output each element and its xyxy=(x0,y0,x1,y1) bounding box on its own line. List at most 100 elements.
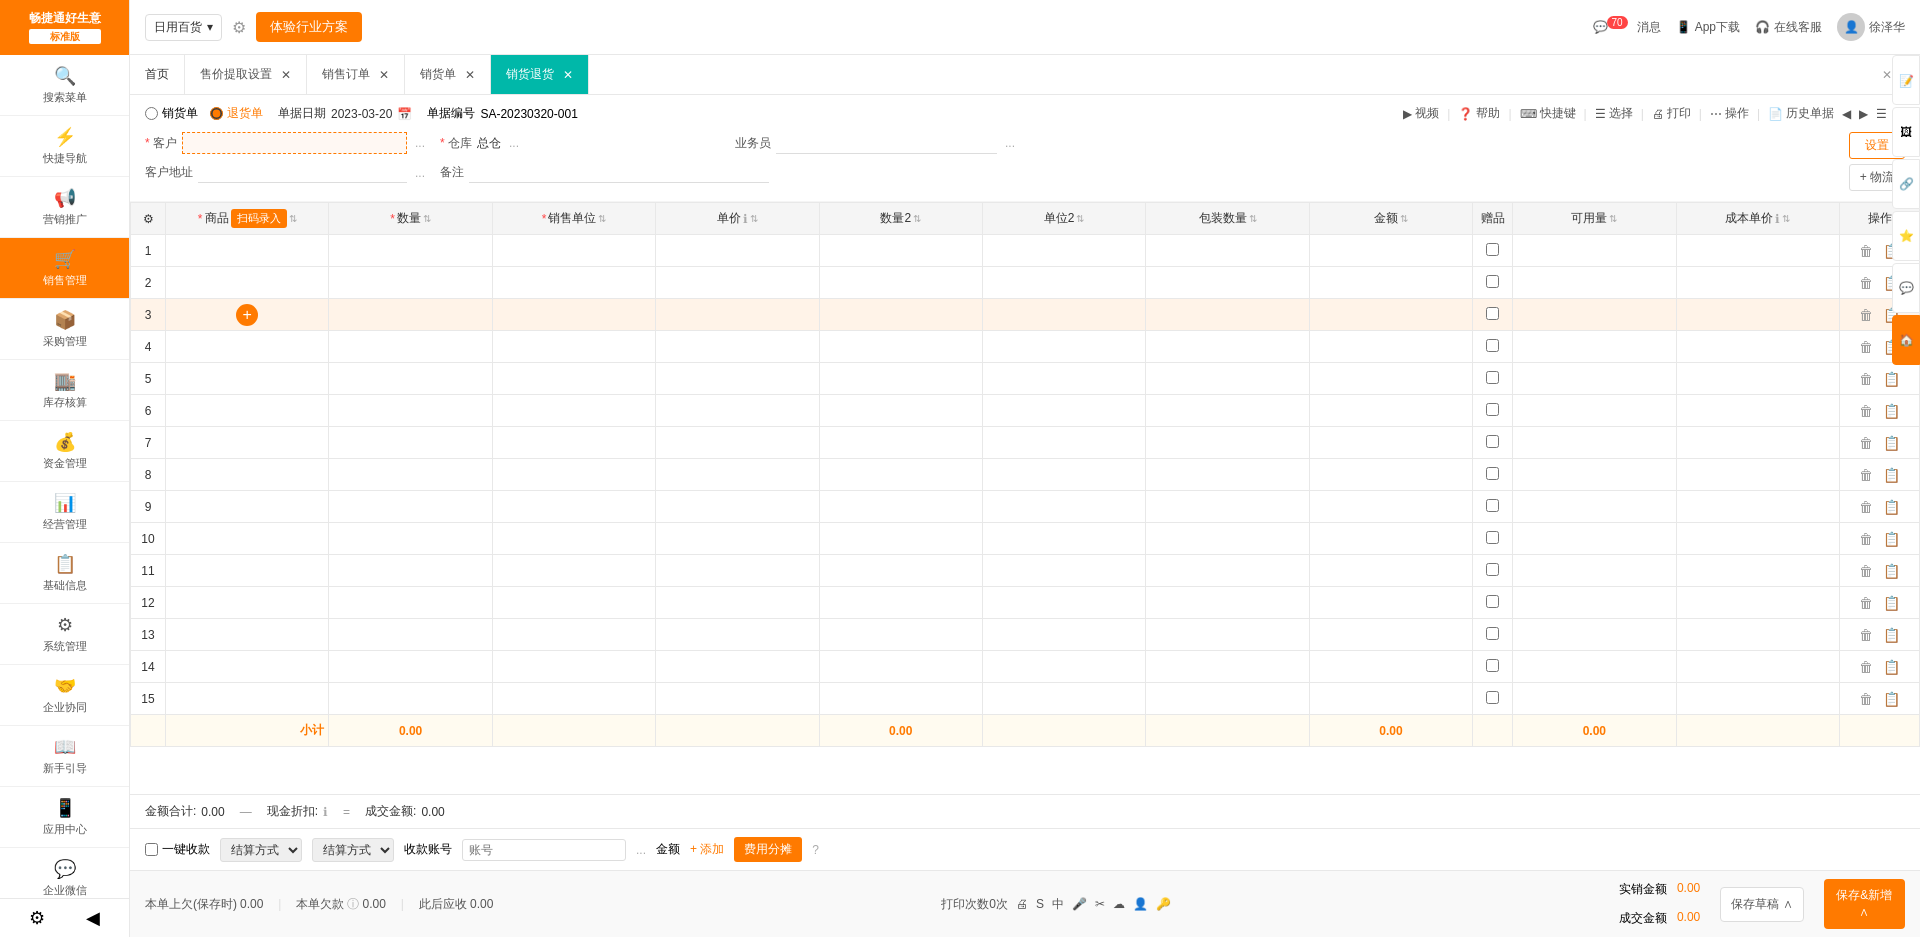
row-price[interactable] xyxy=(656,427,819,459)
sort-unit2-icon[interactable]: ⇅ xyxy=(1076,213,1084,224)
sort-price-icon[interactable]: ⇅ xyxy=(750,213,758,224)
copy-icon[interactable]: 📋 xyxy=(1883,691,1900,707)
tab-sales-order[interactable]: 销售订单 ✕ xyxy=(307,55,405,94)
row-product[interactable] xyxy=(166,491,329,523)
toolbar-shortcut[interactable]: ⌨ 快捷键 xyxy=(1520,105,1576,122)
row-qty[interactable] xyxy=(329,427,492,459)
sidebar-item-guide[interactable]: 📖 新手引导 xyxy=(0,726,129,787)
cloud-icon[interactable]: ☁ xyxy=(1113,897,1125,911)
row-available[interactable] xyxy=(1513,619,1676,651)
row-pack-qty[interactable] xyxy=(1146,523,1309,555)
row-pack-qty[interactable] xyxy=(1146,587,1309,619)
row-unit2[interactable] xyxy=(982,459,1145,491)
gift-checkbox[interactable] xyxy=(1486,467,1499,480)
row-product[interactable] xyxy=(166,587,329,619)
sidebar-item-system[interactable]: ⚙ 系统管理 xyxy=(0,604,129,665)
delete-icon[interactable]: 🗑 xyxy=(1859,563,1873,579)
row-unit2[interactable] xyxy=(982,683,1145,715)
sidebar-item-search[interactable]: 🔍 搜索菜单 xyxy=(0,55,129,116)
row-amount[interactable] xyxy=(1309,267,1472,299)
right-icon-star[interactable]: ⭐ xyxy=(1892,211,1920,261)
row-qty2[interactable] xyxy=(819,235,982,267)
row-price[interactable] xyxy=(656,363,819,395)
delete-icon[interactable]: 🗑 xyxy=(1859,275,1873,291)
right-icon-note[interactable]: 📝 xyxy=(1892,55,1920,105)
row-gift[interactable] xyxy=(1473,363,1513,395)
toolbar-prev[interactable]: ◀ xyxy=(1842,107,1851,121)
customer-input[interactable] xyxy=(182,132,407,154)
row-product[interactable] xyxy=(166,619,329,651)
gift-checkbox[interactable] xyxy=(1486,499,1499,512)
row-gift[interactable] xyxy=(1473,619,1513,651)
toolbar-history[interactable]: 📄 历史单据 xyxy=(1768,105,1834,122)
row-cost-price[interactable] xyxy=(1676,651,1839,683)
delete-icon[interactable]: 🗑 xyxy=(1859,531,1873,547)
row-cost-price[interactable] xyxy=(1676,555,1839,587)
row-cost-price[interactable] xyxy=(1676,299,1839,331)
row-gift[interactable] xyxy=(1473,395,1513,427)
settle-select[interactable]: 结算方式 xyxy=(220,838,302,862)
row-gift[interactable] xyxy=(1473,587,1513,619)
row-product[interactable]: + xyxy=(166,299,329,331)
row-unit2[interactable] xyxy=(982,235,1145,267)
sidebar-item-app-center[interactable]: 📱 应用中心 xyxy=(0,787,129,848)
print-icon2[interactable]: 🖨 xyxy=(1016,897,1028,911)
date-value[interactable]: 2023-03-20 xyxy=(331,107,392,121)
settings-gear-icon[interactable]: ⚙ xyxy=(232,18,246,37)
copy-icon[interactable]: 📋 xyxy=(1883,371,1900,387)
row-available[interactable] xyxy=(1513,299,1676,331)
mic-icon[interactable]: 🎤 xyxy=(1072,897,1087,911)
row-available[interactable] xyxy=(1513,267,1676,299)
row-cost-price[interactable] xyxy=(1676,683,1839,715)
gift-checkbox[interactable] xyxy=(1486,435,1499,448)
row-gift[interactable] xyxy=(1473,267,1513,299)
row-price[interactable] xyxy=(656,395,819,427)
th-gear[interactable]: ⚙ xyxy=(131,203,166,235)
row-cost-price[interactable] xyxy=(1676,619,1839,651)
row-product[interactable] xyxy=(166,523,329,555)
close-sales-return-icon[interactable]: ✕ xyxy=(563,68,573,82)
row-unit2[interactable] xyxy=(982,555,1145,587)
row-available[interactable] xyxy=(1513,331,1676,363)
close-sales-icon[interactable]: ✕ xyxy=(465,68,475,82)
row-amount[interactable] xyxy=(1309,491,1472,523)
sort-cost-icon[interactable]: ⇅ xyxy=(1782,213,1790,224)
row-gift[interactable] xyxy=(1473,427,1513,459)
delete-icon[interactable]: 🗑 xyxy=(1859,659,1873,675)
toolbar-help[interactable]: ❓ 帮助 xyxy=(1458,105,1500,122)
row-available[interactable] xyxy=(1513,459,1676,491)
row-unit[interactable] xyxy=(492,651,655,683)
close-sales-order-icon[interactable]: ✕ xyxy=(379,68,389,82)
row-qty2[interactable] xyxy=(819,683,982,715)
close-all-icon[interactable]: ✕ xyxy=(1882,68,1892,82)
row-unit2[interactable] xyxy=(982,587,1145,619)
row-unit[interactable] xyxy=(492,587,655,619)
row-cost-price[interactable] xyxy=(1676,523,1839,555)
row-amount[interactable] xyxy=(1309,331,1472,363)
row-available[interactable] xyxy=(1513,363,1676,395)
cost-help-icon[interactable]: ℹ xyxy=(1775,212,1780,226)
user-icon2[interactable]: 🔑 xyxy=(1156,897,1171,911)
sidebar-item-purchase[interactable]: 📦 采购管理 xyxy=(0,299,129,360)
notification-item[interactable]: 💬 70 消息 xyxy=(1593,19,1661,36)
row-gift[interactable] xyxy=(1473,491,1513,523)
row-pack-qty[interactable] xyxy=(1146,363,1309,395)
row-unit[interactable] xyxy=(492,619,655,651)
row-qty2[interactable] xyxy=(819,491,982,523)
delete-icon[interactable]: 🗑 xyxy=(1859,435,1873,451)
row-unit[interactable] xyxy=(492,459,655,491)
row-amount[interactable] xyxy=(1309,523,1472,555)
settings-icon[interactable]: ⚙ xyxy=(29,907,45,929)
row-gift[interactable] xyxy=(1473,235,1513,267)
row-product[interactable] xyxy=(166,395,329,427)
gift-checkbox[interactable] xyxy=(1486,403,1499,416)
row-product[interactable] xyxy=(166,683,329,715)
row-price[interactable] xyxy=(656,235,819,267)
address-input[interactable] xyxy=(198,162,407,183)
sidebar-item-marketing[interactable]: 📢 营销推广 xyxy=(0,177,129,238)
row-available[interactable] xyxy=(1513,235,1676,267)
delete-icon[interactable]: 🗑 xyxy=(1859,595,1873,611)
row-qty2[interactable] xyxy=(819,619,982,651)
sidebar-item-sales-mgmt[interactable]: 🛒 销售管理 xyxy=(0,238,129,299)
sort-amount-icon[interactable]: ⇅ xyxy=(1400,213,1408,224)
